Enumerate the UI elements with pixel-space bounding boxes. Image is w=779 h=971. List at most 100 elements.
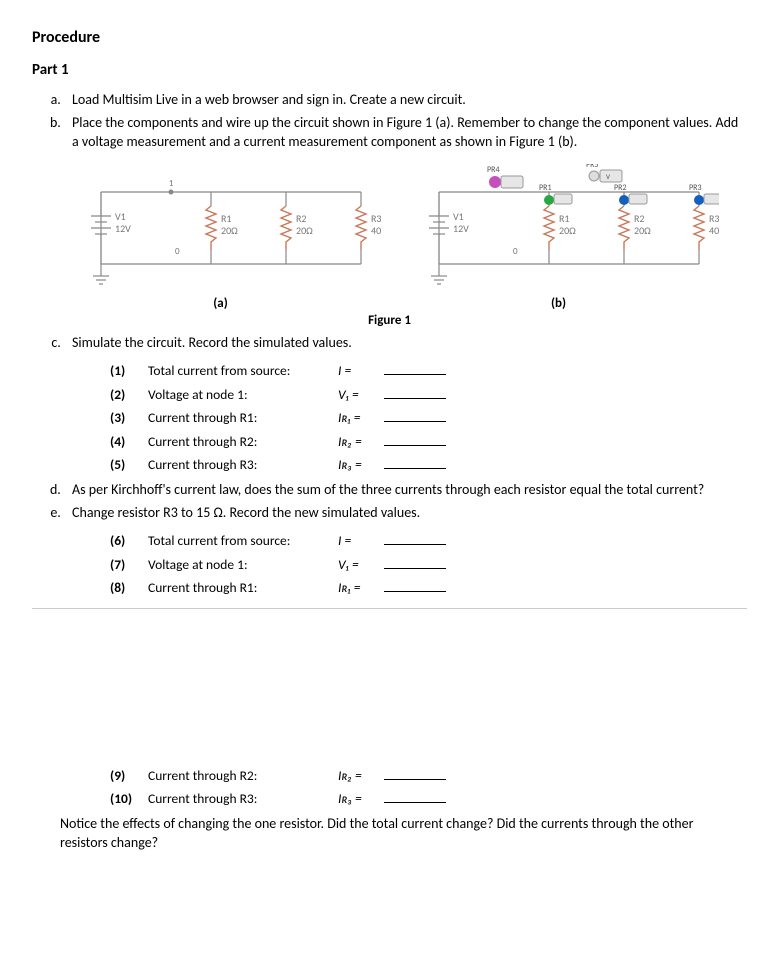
record-row: (3)Current through R1:Iʀ₁ = [110,408,747,427]
record-symbol: Iʀ₁ = [338,579,372,596]
record-label: Current through R3: [148,790,328,807]
figure-b-label: (b) [399,296,719,311]
step-d: As per Kirchhoff's current law, does the… [64,481,747,500]
ground-icon [431,264,447,284]
circuit-figure-a: 1 V1 12V [61,164,381,311]
record-num: (6) [110,532,138,549]
blank-line [384,431,446,446]
record-label: Voltage at node 1: [148,386,328,403]
source-value: 12V [115,222,131,235]
svg-text:PR2: PR2 [614,183,627,193]
resistor-r1-icon [544,206,554,250]
step-list-2: Simulate the circuit. Record the simulat… [64,334,747,353]
svg-text:V: V [606,172,610,181]
record-num: (5) [110,456,138,473]
probe-pr1-icon: PR1 [539,183,572,205]
record-label: Current through R1: [148,579,328,596]
figure-1: 1 V1 12V [32,164,747,328]
voltage-source-icon [91,192,111,264]
record-row: (2) Voltage at node 1: V₁ = [110,384,747,403]
record-row: (9) Current through R2: Iʀ₂ = [110,765,747,784]
blank-line [384,408,446,423]
record-num: (9) [110,767,138,784]
heading-part1: Part 1 [32,61,747,79]
record-symbol: Iʀ₃ = [338,456,372,473]
r3-value: 40Ω [371,224,381,237]
page-gap [32,609,747,759]
record-label: Current through R1: [148,409,328,426]
step-list-3: As per Kirchhoff's current law, does the… [64,481,747,523]
blank-line [384,384,446,399]
blank-line [384,789,446,804]
record-symbol: Iʀ₃ = [338,790,372,807]
heading-procedure: Procedure [32,28,747,47]
blank-line [384,455,446,470]
svg-text:PR1: PR1 [539,183,552,193]
record-list-1: (1) Total current from source: I = (2) Volt… [110,361,747,474]
record-row: (7) Voltage at node 1: V₁ = [110,554,747,573]
step-b: Place the components and wire up the cir… [64,114,747,152]
probe-pr3-icon: PR3 [689,183,719,205]
r2-value-b: 20Ω [634,224,651,237]
probe-pr4-icon: PR4 [487,165,523,188]
r1-value-b: 20Ω [559,224,576,237]
resistor-r2-icon [619,206,629,250]
record-row: (10) Current through R3: Iʀ₃ = [110,789,747,808]
r3-value-b: 40Ω [709,224,719,237]
svg-text:PR3: PR3 [689,183,702,193]
gnd-ref-b: 0 [513,246,518,257]
record-label: Current through R2: [148,767,328,784]
resistor-r3-icon [356,206,366,250]
record-num: (1) [110,362,138,379]
record-symbol: Iʀ₂ = [338,767,372,784]
probe-pr5-icon: PR5 V [586,164,622,182]
record-symbol: I = [338,362,372,379]
record-symbol: Iʀ₂ = [338,433,372,450]
ground-icon [93,264,109,284]
record-num: (8) [110,579,138,596]
record-label: Total current from source: [148,362,328,379]
circuit-figure-b: PR4 PR5 V PR1 [399,164,719,311]
blank-line [384,554,446,569]
record-row: (4) Current through R2: Iʀ₂ = [110,431,747,450]
probe-pr2-icon: PR2 [614,183,647,205]
record-row: (5) Current through R3: Iʀ₃ = [110,455,747,474]
record-num: (7) [110,556,138,573]
record-num: (2) [110,386,138,403]
record-row: (1) Total current from source: I = [110,361,747,380]
svg-text:PR5: PR5 [586,164,599,170]
blank-line [384,765,446,780]
step-list: Load Multisim Live in a web browser and … [64,91,747,152]
record-label: Current through R2: [148,433,328,450]
gnd-ref: 0 [175,246,180,257]
resistor-r3-icon [694,206,704,250]
record-label: Total current from source: [148,532,328,549]
step-a: Load Multisim Live in a web browser and … [64,91,747,110]
record-symbol: I = [338,532,372,549]
record-symbol: Iʀ₁ = [338,409,372,426]
record-list-3: (9) Current through R2: Iʀ₂ = (10) Current … [110,765,747,807]
r2-value: 20Ω [296,224,313,237]
resistor-r1-icon [206,206,216,250]
figure-caption: Figure 1 [32,313,747,328]
record-symbol: V₁ = [338,556,372,573]
figure-a-label: (a) [61,296,381,311]
step-e: Change resistor R3 to 15 Ω. Record the n… [64,504,747,523]
source-value-b: 12V [453,222,469,235]
resistor-r2-icon [281,206,291,250]
node-label: 1 [168,178,173,189]
record-row: (8) Current through R1: Iʀ₁ = [110,578,747,597]
record-num: (10) [110,790,138,807]
r1-value: 20Ω [221,224,238,237]
record-row: (6) Total current from source: I = [110,531,747,550]
record-label: Current through R3: [148,456,328,473]
blank-line [384,578,446,593]
record-symbol: V₁ = [338,386,372,403]
voltage-source-icon [429,192,449,264]
record-list-2: (6) Total current from source: I = (7) Volt… [110,531,747,597]
document-page: Procedure Part 1 Load Multisim Live in a… [0,0,779,893]
record-num: (4) [110,433,138,450]
record-label: Voltage at node 1: [148,556,328,573]
blank-line [384,531,446,546]
svg-text:PR4: PR4 [487,165,500,175]
